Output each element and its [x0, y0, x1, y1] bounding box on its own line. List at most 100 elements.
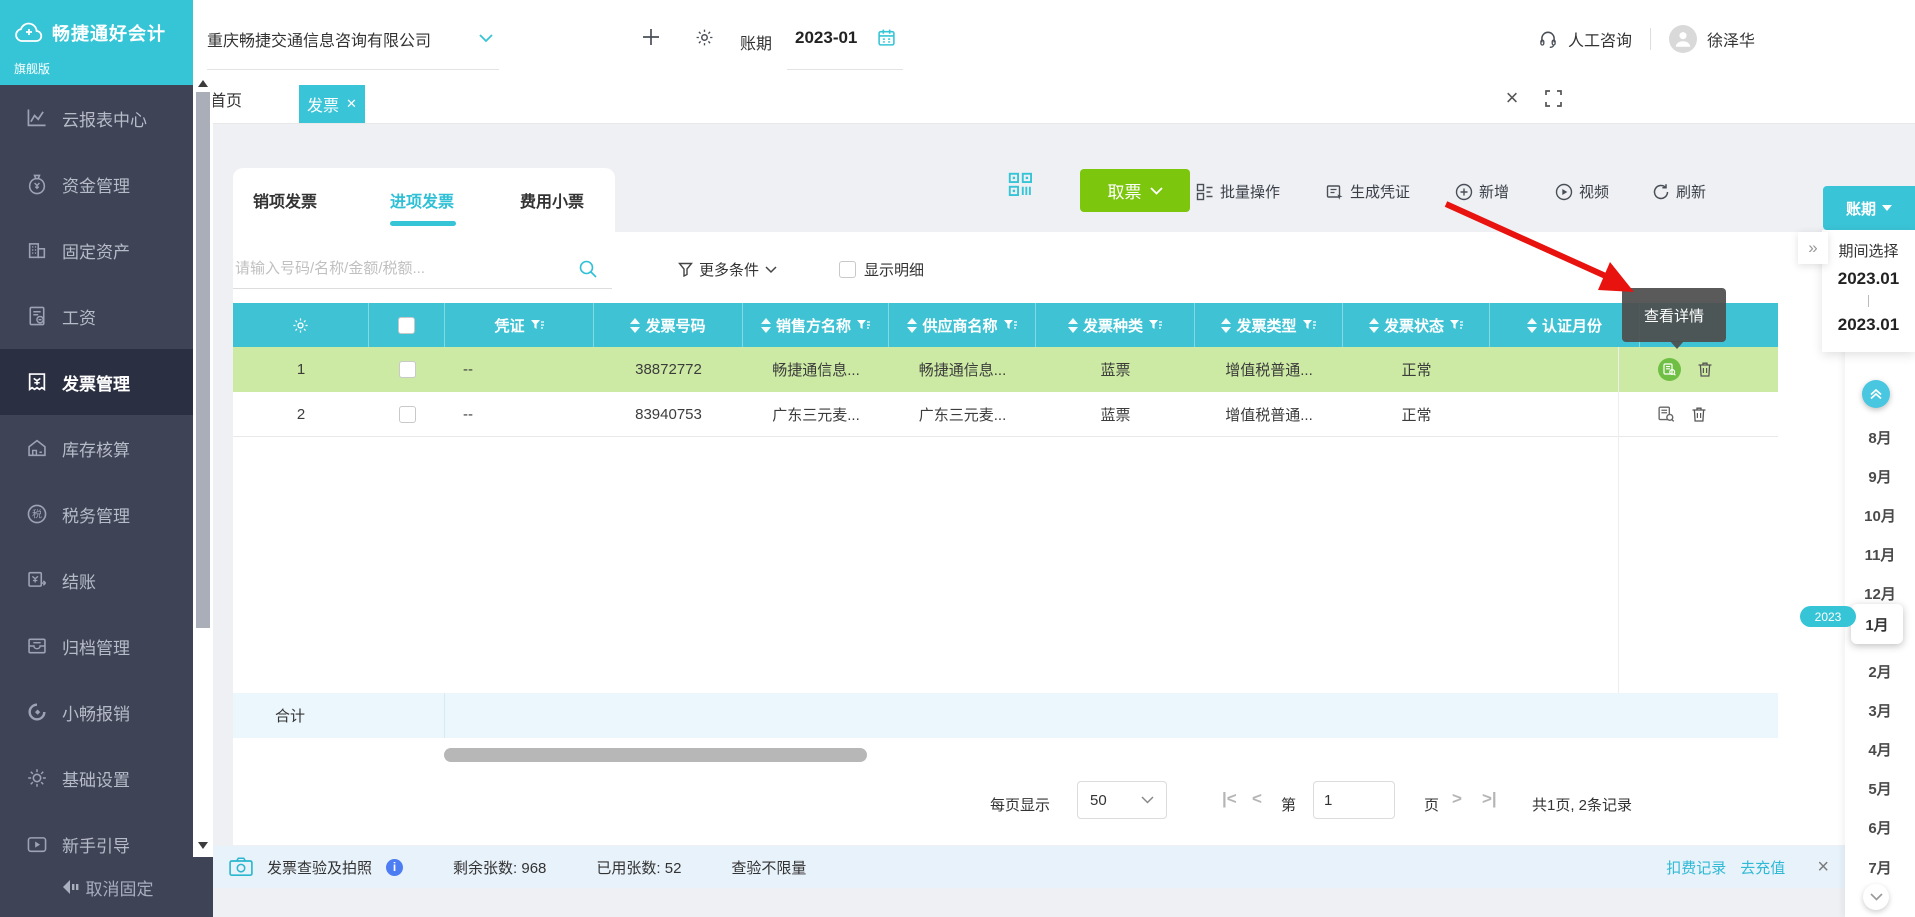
tab-home[interactable]: 首页 — [210, 87, 242, 111]
prev-page-button[interactable]: < — [1252, 789, 1262, 809]
fee-record-link[interactable]: 扣费记录 — [1666, 857, 1726, 878]
month-item[interactable]: 7月 — [1845, 857, 1915, 878]
column-invoice-status[interactable]: 发票状态 — [1343, 303, 1490, 347]
filter-funnel-icon[interactable] — [1148, 319, 1162, 332]
month-item[interactable]: 3月 — [1845, 700, 1915, 721]
sidebar-item-settings[interactable]: 基础设置 — [0, 745, 193, 811]
month-item[interactable]: 10月 — [1845, 505, 1915, 526]
sidebar-item-inventory[interactable]: 库存核算 — [0, 415, 193, 481]
unpin-sidebar-button[interactable]: 取消固定 — [0, 857, 213, 917]
sort-icon[interactable] — [1526, 317, 1537, 333]
gear-icon[interactable] — [292, 317, 309, 334]
row-select-cell[interactable] — [369, 392, 445, 436]
next-page-button[interactable]: > — [1452, 789, 1462, 809]
row-select-cell[interactable] — [369, 347, 445, 392]
add-invoice-button[interactable]: 新增 — [1455, 181, 1509, 202]
column-supplier[interactable]: 供应商名称 — [889, 303, 1036, 347]
sort-icon[interactable] — [760, 317, 771, 333]
fullscreen-icon[interactable] — [1545, 90, 1562, 107]
table-row[interactable]: 1 -- 38872772 畅捷通信息... 畅捷通信息... 蓝票 增值税普通… — [233, 347, 1778, 392]
refresh-button[interactable]: 刷新 — [1652, 181, 1706, 202]
month-item[interactable]: 12月 — [1845, 583, 1915, 604]
batch-actions-button[interactable]: 批量操作 — [1196, 181, 1280, 202]
sort-icon[interactable] — [1368, 317, 1379, 333]
column-invoice-no[interactable]: 发票号码 — [594, 303, 743, 347]
month-item[interactable]: 2月 — [1845, 661, 1915, 682]
settings-gear-icon[interactable] — [695, 28, 714, 47]
sort-icon[interactable] — [1221, 317, 1232, 333]
column-invoice-kind[interactable]: 发票种类 — [1036, 303, 1195, 347]
column-voucher[interactable]: 凭证 — [445, 303, 594, 347]
sidebar-item-closing[interactable]: 结账 — [0, 547, 193, 613]
video-help-button[interactable]: 视频 — [1555, 181, 1609, 202]
month-item[interactable]: 4月 — [1845, 739, 1915, 760]
sidebar-item-invoice-management[interactable]: 发票管理 — [0, 349, 193, 415]
username[interactable]: 徐泽华 — [1707, 27, 1755, 51]
search-input[interactable] — [233, 251, 563, 285]
horizontal-scrollbar-thumb[interactable] — [444, 748, 867, 762]
sidebar-scrollbar[interactable] — [193, 75, 213, 857]
view-detail-icon[interactable] — [1658, 358, 1681, 381]
month-item[interactable]: 9月 — [1845, 466, 1915, 487]
calendar-icon[interactable] — [877, 28, 896, 47]
last-page-button[interactable]: >| — [1482, 789, 1497, 809]
month-item[interactable]: 11月 — [1845, 544, 1915, 565]
show-detail-toggle[interactable]: 显示明细 — [839, 259, 924, 280]
tab-invoice[interactable]: 发票 ✕ — [299, 85, 365, 123]
subtab-sales-invoice[interactable]: 销项发票 — [253, 188, 317, 212]
select-all-checkbox[interactable] — [398, 316, 415, 334]
period-select-button[interactable]: 账期 — [1823, 186, 1915, 230]
column-seller[interactable]: 销售方名称 — [743, 303, 889, 347]
select-all-cell[interactable] — [369, 303, 445, 347]
scroll-up-arrow-icon[interactable] — [198, 80, 208, 87]
sidebar-item-funds[interactable]: 资金管理 — [0, 151, 193, 217]
sidebar-item-xiaochang-expense[interactable]: 小畅报销 — [0, 679, 193, 745]
sort-icon[interactable] — [1067, 317, 1078, 333]
company-selector[interactable]: 重庆畅捷交通信息咨询有限公司 — [207, 27, 431, 51]
subtab-expense-receipt[interactable]: 费用小票 — [520, 188, 584, 212]
month-item[interactable]: 6月 — [1845, 817, 1915, 838]
month-item[interactable]: 8月 — [1845, 427, 1915, 448]
period-start[interactable]: 2023.01 — [1822, 269, 1915, 289]
scroll-months-up-button[interactable] — [1862, 380, 1890, 408]
sidebar-item-tax[interactable]: 税 税务管理 — [0, 481, 193, 547]
row-checkbox[interactable] — [398, 405, 416, 423]
avatar[interactable] — [1668, 25, 1697, 53]
search-icon[interactable] — [578, 259, 598, 279]
column-cert-month[interactable]: 认证月份 — [1490, 303, 1640, 347]
scroll-down-arrow-icon[interactable] — [198, 842, 208, 849]
sidebar-item-fixed-assets[interactable]: 固定资产 — [0, 217, 193, 283]
subtab-purchase-invoice[interactable]: 进项发票 — [390, 188, 454, 212]
delete-icon[interactable] — [1691, 406, 1707, 423]
info-icon[interactable]: i — [386, 858, 404, 876]
delete-icon[interactable] — [1697, 361, 1713, 378]
get-invoice-button[interactable]: 取票 — [1080, 169, 1190, 212]
sidebar-item-cloud-reports[interactable]: 云报表中心 — [0, 85, 193, 151]
filter-funnel-icon[interactable] — [530, 319, 544, 332]
sort-icon[interactable] — [630, 317, 641, 333]
month-item-selected[interactable]: 1月 — [1851, 604, 1903, 644]
period-value[interactable]: 2023-01 — [795, 28, 857, 48]
row-checkbox[interactable] — [398, 361, 416, 378]
close-window-icon[interactable]: × — [1498, 85, 1526, 111]
sidebar-item-salary[interactable]: 工资 — [0, 283, 193, 349]
generate-voucher-button[interactable]: 生成凭证 — [1326, 181, 1410, 202]
view-detail-icon[interactable] — [1658, 405, 1675, 423]
first-page-button[interactable]: |< — [1222, 789, 1237, 809]
add-account-icon[interactable] — [641, 27, 661, 47]
per-page-select[interactable]: 50 — [1077, 781, 1167, 819]
column-settings-cell[interactable] — [233, 303, 369, 347]
table-row[interactable]: 2 -- 83940753 广东三元麦... 广东三元麦... 蓝票 增值税普通… — [233, 392, 1778, 437]
filter-funnel-icon[interactable] — [856, 319, 870, 332]
month-item[interactable]: 5月 — [1845, 778, 1915, 799]
scroll-months-down-button[interactable] — [1863, 884, 1889, 910]
sidebar-item-archive[interactable]: 归档管理 — [0, 613, 193, 679]
period-end[interactable]: 2023.01 — [1822, 315, 1915, 335]
filter-funnel-icon[interactable] — [1302, 319, 1316, 332]
sidebar-scrollbar-thumb[interactable] — [196, 92, 210, 628]
page-number-input[interactable] — [1313, 781, 1395, 819]
tab-close-icon[interactable]: ✕ — [346, 96, 357, 112]
company-chevron-down-icon[interactable] — [479, 34, 493, 43]
filter-funnel-icon[interactable] — [1003, 319, 1017, 332]
column-invoice-type[interactable]: 发票类型 — [1195, 303, 1343, 347]
